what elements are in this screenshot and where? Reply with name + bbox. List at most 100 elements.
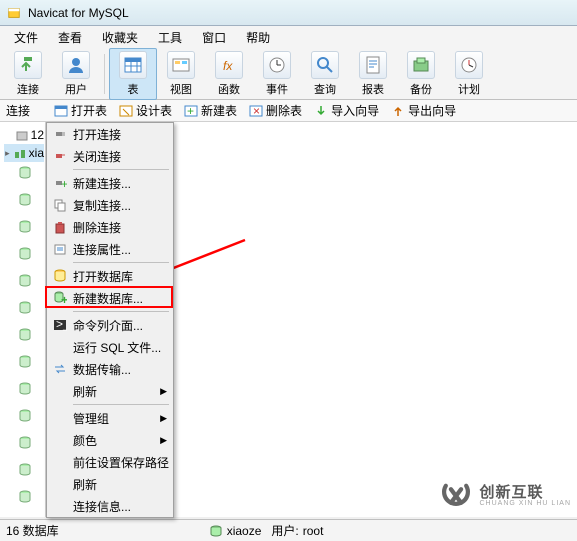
subbar-icon-1 [119, 104, 133, 118]
ctx-cmd[interactable]: >_命令列介面... [47, 314, 173, 336]
svg-text:fx: fx [223, 59, 233, 73]
menu-收藏夹[interactable]: 收藏夹 [92, 27, 148, 48]
props-icon [51, 242, 69, 256]
ctx-plug[interactable]: 打开连接 [47, 123, 173, 145]
toolbar-report[interactable]: 报表 [349, 49, 397, 99]
report-icon [359, 51, 387, 79]
menu-查看[interactable]: 查看 [48, 27, 92, 48]
sidebar-header: 连接 [0, 102, 46, 119]
connection-icon [15, 128, 29, 142]
ctx-db-open[interactable]: 打开数据库 [47, 265, 173, 287]
ctx-delete[interactable]: 删除连接 [47, 216, 173, 238]
subbar-4[interactable]: 导入向导 [314, 102, 379, 119]
svg-text:+: + [61, 293, 67, 305]
menubar: 文件查看收藏夹工具窗口帮助 [0, 26, 577, 48]
backup-icon [407, 51, 435, 79]
subbar-2[interactable]: +新建表 [184, 102, 237, 119]
subbar-1[interactable]: 设计表 [119, 102, 172, 119]
tree-node-xia[interactable]: ▸xia [4, 144, 44, 162]
toolbar: 连接用户表视图fx函数事件查询报表备份计划 [0, 48, 577, 100]
expand-icon[interactable] [4, 130, 13, 140]
plug-red-icon [51, 149, 69, 163]
ctx-plug-new[interactable]: +新建连接... [47, 172, 173, 194]
toolbar-connect[interactable]: 连接 [4, 49, 52, 99]
query-icon [311, 51, 339, 79]
toolbar-query[interactable]: 查询 [301, 49, 349, 99]
toolbar-plan[interactable]: 计划 [445, 49, 493, 99]
plan-icon [455, 51, 483, 79]
db-icon[interactable] [18, 193, 32, 207]
main-area: 12▸xia 打开连接关闭连接 +新建连接...复制连接...删除连接连接属性..… [0, 122, 577, 517]
watermark-text-cn: 创新互联 [479, 485, 571, 500]
ctx-copy[interactable]: 复制连接... [47, 194, 173, 216]
status-user: root [303, 524, 324, 538]
db-icon[interactable] [18, 490, 32, 504]
db-icon[interactable] [18, 355, 32, 369]
cmd-icon: >_ [51, 318, 69, 332]
db-icon[interactable] [18, 274, 32, 288]
db-icon[interactable] [18, 220, 32, 234]
subbar-icon-3: × [249, 104, 263, 118]
status-connection: xiaoze [227, 524, 262, 538]
delete-icon [51, 220, 69, 234]
subbar-5[interactable]: 导出向导 [391, 102, 456, 119]
db-open-icon [51, 269, 69, 283]
db-icon[interactable] [18, 436, 32, 450]
event-icon [263, 51, 291, 79]
toolbar-view[interactable]: 视图 [157, 49, 205, 99]
watermark-logo [439, 479, 473, 513]
ctx-14[interactable]: 刷新▶ [47, 380, 173, 402]
toolbar-table[interactable]: 表 [109, 48, 157, 100]
db-icon[interactable] [18, 328, 32, 342]
ctx-plug-red[interactable]: 关闭连接 [47, 145, 173, 167]
menu-文件[interactable]: 文件 [4, 27, 48, 48]
db-icon[interactable] [18, 247, 32, 261]
db-icon[interactable] [18, 382, 32, 396]
submenu-arrow-icon: ▶ [160, 435, 167, 446]
ctx-17[interactable]: 颜色▶ [47, 429, 173, 451]
ctx-props[interactable]: 连接属性... [47, 238, 173, 260]
db-icon [209, 524, 223, 538]
subbar-icon-5 [391, 104, 405, 118]
ctx-20[interactable]: 连接信息... [47, 495, 173, 517]
status-user-label: 用户: [271, 522, 298, 539]
transfer-icon [51, 362, 69, 376]
connection-tree[interactable]: 12▸xia 打开连接关闭连接+新建连接...复制连接...删除连接连接属性..… [0, 122, 46, 517]
sub-toolbar: 连接 打开表设计表 +新建表 ×删除表导入向导导出向导 [0, 100, 577, 122]
ctx-db-new[interactable]: +新建数据库... [47, 287, 173, 309]
copy-icon [51, 198, 69, 212]
user-icon [62, 51, 90, 79]
subbar-0[interactable]: 打开表 [54, 102, 107, 119]
status-db-count: 16 数据库 [6, 522, 59, 539]
tree-node-12[interactable]: 12 [4, 126, 44, 144]
connection-icon [13, 146, 27, 160]
ctx-18[interactable]: 前往设置保存路径 [47, 451, 173, 473]
menu-工具[interactable]: 工具 [148, 27, 192, 48]
db-icon[interactable] [18, 409, 32, 423]
submenu-arrow-icon: ▶ [160, 386, 167, 397]
toolbar-event[interactable]: 事件 [253, 49, 301, 99]
app-icon [6, 5, 22, 21]
ctx-16[interactable]: 管理组▶ [47, 407, 173, 429]
svg-text:>_: >_ [56, 318, 67, 331]
toolbar-backup[interactable]: 备份 [397, 49, 445, 99]
toolbar-function[interactable]: fx函数 [205, 49, 253, 99]
function-icon: fx [215, 51, 243, 79]
subbar-3[interactable]: ×删除表 [249, 102, 302, 119]
ctx-transfer[interactable]: 数据传输... [47, 358, 173, 380]
ctx-19[interactable]: 刷新 [47, 473, 173, 495]
db-icon[interactable] [18, 301, 32, 315]
db-icon[interactable] [18, 166, 32, 180]
ctx-12[interactable]: 运行 SQL 文件... [47, 336, 173, 358]
svg-text:+: + [187, 104, 194, 118]
plug-new-icon: + [51, 176, 69, 190]
subbar-icon-0 [54, 104, 68, 118]
plug-icon [51, 127, 69, 141]
toolbar-user[interactable]: 用户 [52, 49, 100, 99]
table-icon [119, 51, 147, 79]
db-icon[interactable] [18, 463, 32, 477]
menu-窗口[interactable]: 窗口 [192, 27, 236, 48]
menu-帮助[interactable]: 帮助 [236, 27, 280, 48]
expand-icon[interactable]: ▸ [4, 148, 11, 158]
svg-text:×: × [253, 104, 260, 118]
